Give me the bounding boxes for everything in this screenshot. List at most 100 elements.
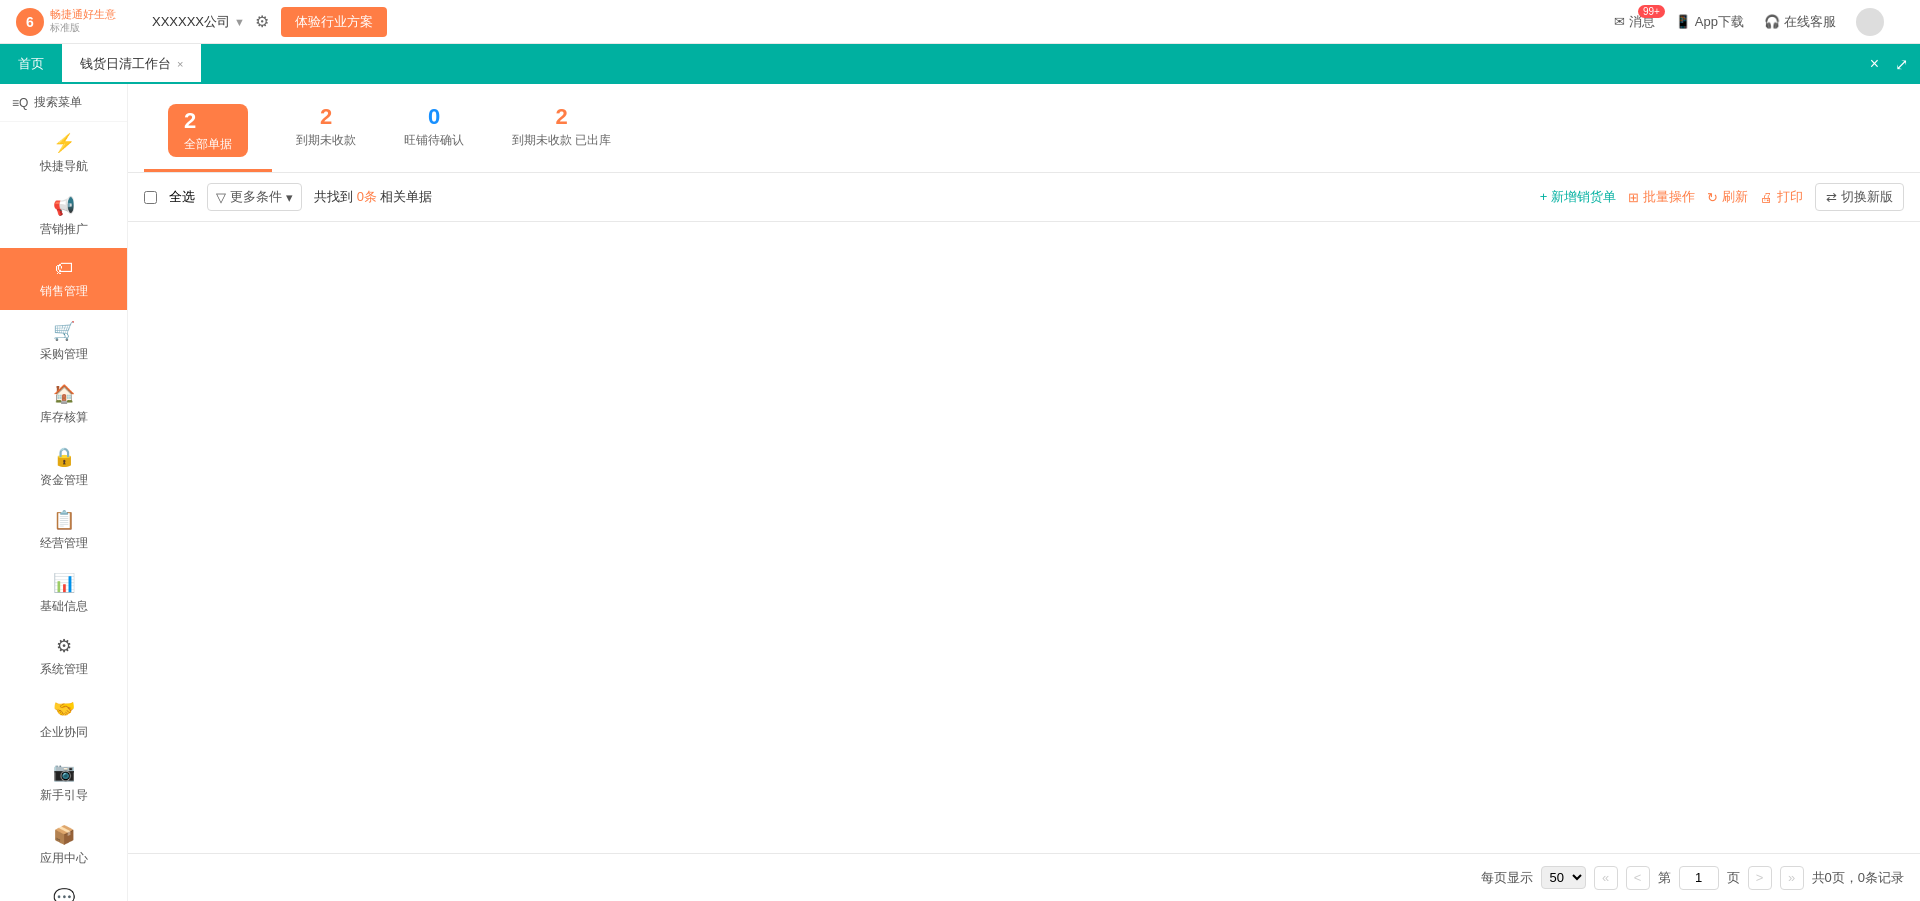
tab-home[interactable]: 首页 <box>0 44 62 84</box>
purchase-icon: 🛒 <box>53 320 75 342</box>
service-icon: 🎧 <box>1764 14 1780 29</box>
stat-tab-all[interactable]: 2 全部单据 <box>144 96 272 172</box>
settings-button[interactable]: ⚙ <box>255 12 269 31</box>
sidebar-item-operations[interactable]: 📋 经营管理 <box>0 499 127 562</box>
batch-icon: ⊞ <box>1628 190 1639 205</box>
download-icon: 📱 <box>1675 14 1691 29</box>
operations-icon: 📋 <box>53 509 75 531</box>
wechat-icon: 💬 <box>53 887 75 901</box>
navtab-right: × ⤢ <box>1866 51 1920 78</box>
cooperation-icon: 🤝 <box>53 698 75 720</box>
topbar-right: ✉ 消息 99+ 📱 App下载 🎧 在线客服 <box>1614 8 1904 36</box>
first-page-button[interactable]: « <box>1594 866 1618 890</box>
logo-sub: 标准版 <box>50 21 116 35</box>
tab-workbench-label: 钱货日清工作台 <box>80 55 171 73</box>
toolbar: 全选 ▽ 更多条件 ▾ 共找到 0条 相关单据 + 新增销货单 ⊞ 批量操作 ↻… <box>128 173 1920 222</box>
company-dropdown-icon: ▼ <box>234 16 245 28</box>
sidebar-item-marketing[interactable]: 📢 营销推广 <box>0 185 127 248</box>
online-service-button[interactable]: 🎧 在线客服 <box>1764 13 1836 31</box>
sidebar-item-basic-info[interactable]: 📊 基础信息 <box>0 562 127 625</box>
print-label: 打印 <box>1777 188 1803 206</box>
page-suffix: 页 <box>1727 869 1740 887</box>
stats-tabs: 2 全部单据 2 到期未收款 0 旺铺待确认 2 到期未收款 已出库 <box>128 84 1920 173</box>
layout: ≡Q 搜索菜单 ⚡ 快捷导航 📢 营销推广 🏷 销售管理 🛒 采购管理 🏠 库存… <box>0 84 1920 901</box>
refresh-label: 刷新 <box>1722 188 1748 206</box>
logo-text: 畅捷通好生意 <box>50 8 116 21</box>
inventory-icon: 🏠 <box>53 383 75 405</box>
sidebar-item-quick-nav[interactable]: ⚡ 快捷导航 <box>0 122 127 185</box>
sidebar-item-wechat[interactable]: 💬 企业微信 <box>0 877 127 901</box>
guide-icon: 📷 <box>53 761 75 783</box>
last-page-button[interactable]: » <box>1780 866 1804 890</box>
tab-workbench-close[interactable]: × <box>177 58 183 70</box>
avatar[interactable] <box>1856 8 1884 36</box>
switch-version-button[interactable]: ⇄ 切换新版 <box>1815 183 1904 211</box>
sidebar-item-system[interactable]: ⚙ 系统管理 <box>0 625 127 688</box>
stat-delivered-count: 2 <box>556 104 568 130</box>
tab-maximize-button[interactable]: ⤢ <box>1891 51 1912 78</box>
sidebar-item-finance[interactable]: 🔒 资金管理 <box>0 436 127 499</box>
app-download-label: App下载 <box>1695 13 1744 31</box>
sidebar-item-label: 新手引导 <box>40 787 88 804</box>
refresh-button[interactable]: ↻ 刷新 <box>1707 188 1748 206</box>
basic-info-icon: 📊 <box>53 572 75 594</box>
sales-icon: 🏷 <box>55 258 73 279</box>
sidebar-item-label: 库存核算 <box>40 409 88 426</box>
sidebar-item-label: 采购管理 <box>40 346 88 363</box>
sidebar-item-inventory[interactable]: 🏠 库存核算 <box>0 373 127 436</box>
filter-button[interactable]: ▽ 更多条件 ▾ <box>207 183 302 211</box>
stat-all-count: 2 <box>184 108 232 134</box>
sidebar-item-cooperation[interactable]: 🤝 企业协同 <box>0 688 127 751</box>
sidebar-item-app-center[interactable]: 📦 应用中心 <box>0 814 127 877</box>
found-count: 0条 <box>357 189 377 204</box>
sidebar-item-label: 系统管理 <box>40 661 88 678</box>
messages-badge: 99+ <box>1638 5 1665 18</box>
next-page-button[interactable]: > <box>1748 866 1772 890</box>
sidebar-item-label: 销售管理 <box>40 283 88 300</box>
switch-icon: ⇄ <box>1826 190 1837 205</box>
add-sales-order-button[interactable]: + 新增销货单 <box>1540 188 1616 206</box>
sidebar-item-sales[interactable]: 🏷 销售管理 <box>0 248 127 310</box>
sidebar-item-guide[interactable]: 📷 新手引导 <box>0 751 127 814</box>
found-suffix: 相关单据 <box>380 189 432 204</box>
navtabs: 首页 钱货日清工作台 × × ⤢ <box>0 44 1920 84</box>
stat-tab-wangpu[interactable]: 0 旺铺待确认 <box>380 96 488 172</box>
tab-workbench[interactable]: 钱货日清工作台 × <box>62 44 201 84</box>
stat-tab-overdue[interactable]: 2 到期未收款 <box>272 96 380 172</box>
select-all-label: 全选 <box>169 188 195 206</box>
stat-wangpu-count: 0 <box>428 104 440 130</box>
prev-page-button[interactable]: < <box>1626 866 1650 890</box>
stat-all-label: 全部单据 <box>184 136 232 153</box>
sidebar-item-purchase[interactable]: 🛒 采购管理 <box>0 310 127 373</box>
select-all-checkbox[interactable] <box>144 191 157 204</box>
pagination: 每页显示 50 « < 第 页 > » 共0页，0条记录 <box>128 853 1920 901</box>
print-button[interactable]: 🖨 打印 <box>1760 188 1803 206</box>
finance-icon: 🔒 <box>53 446 75 468</box>
tab-minimize-button[interactable]: × <box>1866 51 1883 78</box>
found-text: 共找到 0条 相关单据 <box>314 188 432 206</box>
sidebar-item-label: 基础信息 <box>40 598 88 615</box>
company-name: XXXXXX公司 <box>152 13 230 31</box>
company-selector[interactable]: XXXXXX公司 ▼ <box>152 13 245 31</box>
switch-label: 切换新版 <box>1841 188 1893 206</box>
topbar: 6 畅捷通好生意 标准版 XXXXXX公司 ▼ ⚙ 体验行业方案 ✉ 消息 99… <box>0 0 1920 44</box>
per-page-select[interactable]: 50 <box>1541 866 1586 889</box>
current-page-input[interactable] <box>1679 866 1719 890</box>
sidebar-item-label: 营销推广 <box>40 221 88 238</box>
sidebar-search[interactable]: ≡Q 搜索菜单 <box>0 84 127 122</box>
filter-label: 更多条件 <box>230 188 282 206</box>
app-download-button[interactable]: 📱 App下载 <box>1675 13 1744 31</box>
app-center-icon: 📦 <box>53 824 75 846</box>
filter-chevron-icon: ▾ <box>286 190 293 205</box>
page-label: 第 <box>1658 869 1671 887</box>
stat-overdue-count: 2 <box>320 104 332 130</box>
batch-label: 批量操作 <box>1643 188 1695 206</box>
logo: 6 畅捷通好生意 标准版 <box>16 8 144 36</box>
message-icon: ✉ <box>1614 14 1625 29</box>
per-page-label: 每页显示 <box>1481 869 1533 887</box>
stat-overdue-label: 到期未收款 <box>296 132 356 149</box>
batch-operation-button[interactable]: ⊞ 批量操作 <box>1628 188 1695 206</box>
stat-tab-delivered[interactable]: 2 到期未收款 已出库 <box>488 96 635 172</box>
messages-button[interactable]: ✉ 消息 99+ <box>1614 13 1655 31</box>
experience-button[interactable]: 体验行业方案 <box>281 7 387 37</box>
